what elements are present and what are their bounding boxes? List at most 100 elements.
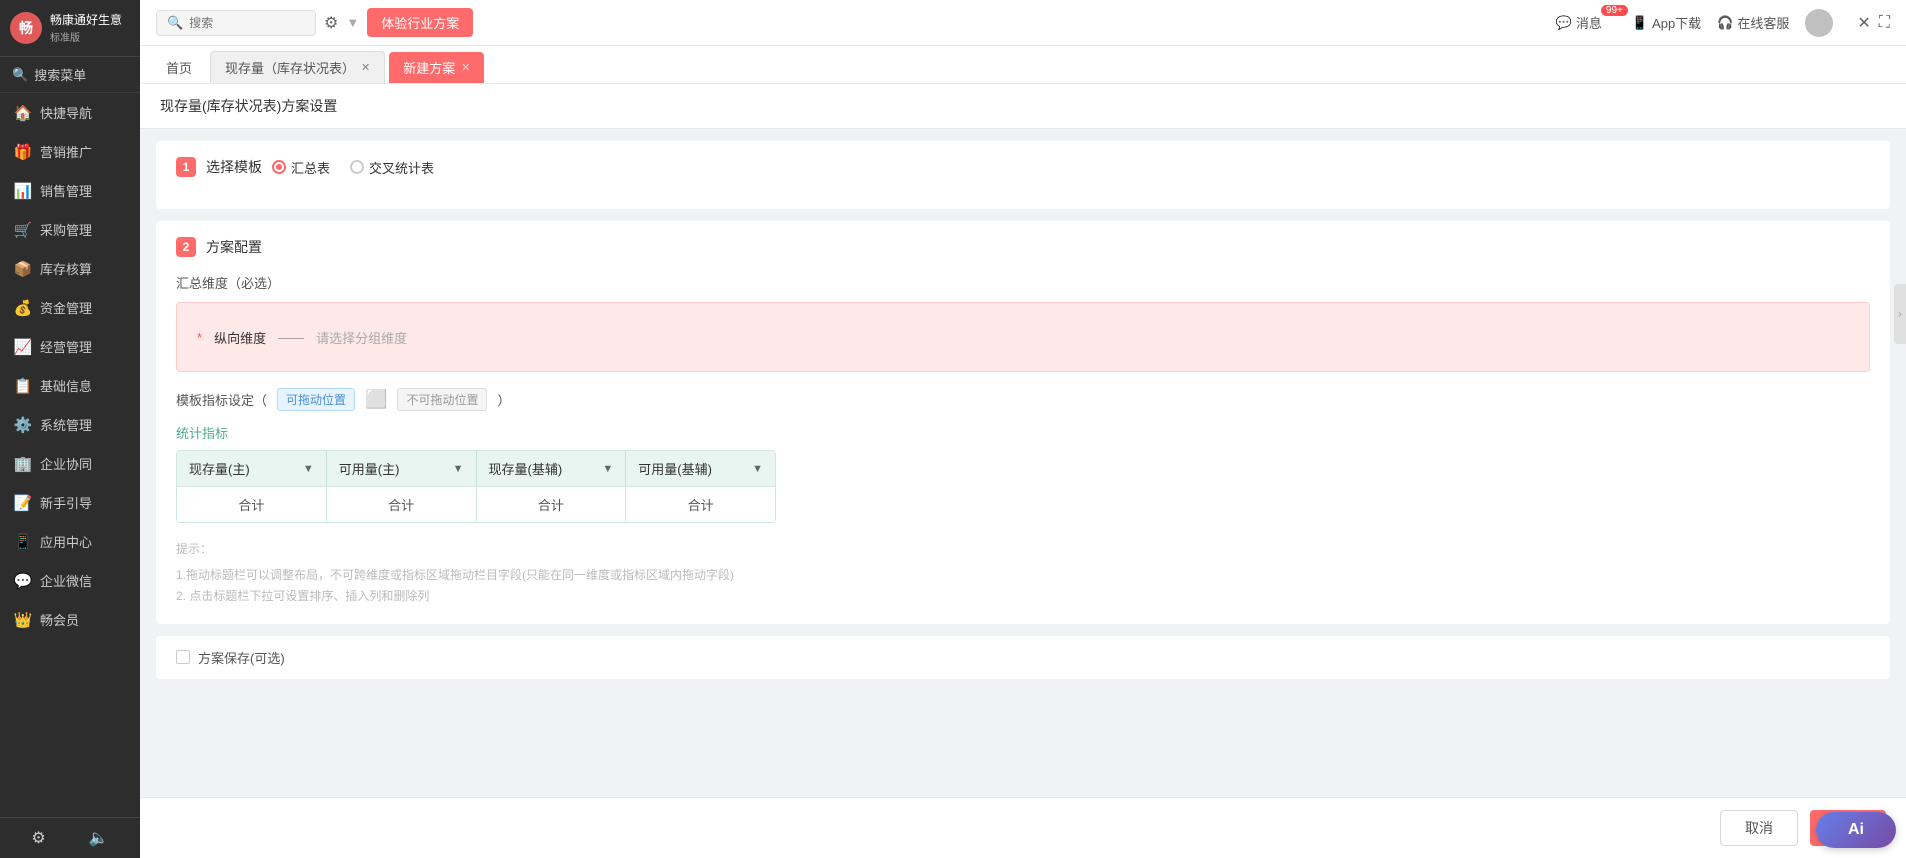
stats-col-1[interactable]: 可用量(主) ▼	[327, 451, 477, 486]
dim-required-star: *	[197, 330, 202, 345]
bottombar: 取消 查询	[140, 797, 1906, 858]
chart-icon: 📊	[14, 182, 32, 200]
tab-inventory-status[interactable]: 现存量（库存状况表） ✕	[210, 51, 385, 83]
section1-header: 1 选择模板 汇总表 交叉统计表	[176, 157, 1870, 177]
chevron-down-icon: ▼	[453, 463, 464, 475]
clipboard-icon: 📋	[14, 377, 32, 395]
page-title: 现存量(库存状况表)方案设置	[140, 84, 1906, 129]
content-area: 现存量(库存状况表)方案设置 1 选择模板 汇总表 交叉统计表	[140, 84, 1906, 797]
sidebar-bottom: ⚙ 🔈	[0, 817, 140, 858]
chat-icon: 💬	[14, 572, 32, 590]
expand-icon[interactable]: ⛶	[1879, 14, 1890, 32]
section2-num: 2	[176, 237, 196, 257]
sidebar-search[interactable]: 🔍 搜索菜单	[0, 57, 140, 93]
sidebar-item-basic-info[interactable]: 📋 基础信息	[0, 366, 140, 405]
audio-button[interactable]: 🔈	[89, 828, 109, 848]
radio-cross[interactable]: 交叉统计表	[350, 158, 434, 177]
sidebar-item-member[interactable]: 👑 畅会员	[0, 600, 140, 639]
online-service-button[interactable]: 🎧 在线客服	[1717, 13, 1789, 32]
stats-table-header: 现存量(主) ▼ 可用量(主) ▼ 现存量(基辅) ▼	[177, 451, 775, 486]
topbar-right: 💬 消息 99+ 📱 App下载 🎧 在线客服 ✕ ⛶	[1556, 9, 1890, 37]
dim-label: 汇总维度（必选）	[176, 273, 1870, 292]
sidebar-item-new-guide[interactable]: 📝 新手引导	[0, 483, 140, 522]
app-logo-icon: 畅	[10, 12, 42, 44]
app-version: 标准版	[50, 29, 122, 44]
stats-col-2[interactable]: 现存量(基辅) ▼	[477, 451, 627, 486]
chevron-down-icon: ▼	[602, 463, 613, 475]
dim-vertical-label: 纵向维度	[214, 328, 266, 347]
save-area: 方案保存(可选)	[156, 636, 1890, 679]
cancel-button[interactable]: 取消	[1720, 810, 1798, 846]
stats-cell-0-0: 合计	[177, 487, 327, 522]
radio-cross-circle	[350, 160, 364, 174]
tab-home[interactable]: 首页	[152, 52, 206, 83]
dim-inner: * 纵向维度 —— 请选择分组维度	[197, 328, 407, 347]
save-checkbox[interactable]	[176, 650, 190, 664]
app-name: 畅康通好生意	[50, 12, 122, 29]
sidebar-item-label: 畅会员	[40, 610, 79, 629]
drag-separator: ⬜	[365, 389, 387, 410]
sidebar-item-finance[interactable]: 💰 资金管理	[0, 288, 140, 327]
sidebar-item-purchase[interactable]: 🛒 采购管理	[0, 210, 140, 249]
app-download-button[interactable]: 📱 App下载	[1632, 13, 1701, 32]
save-label: 方案保存(可选)	[198, 648, 285, 667]
section1-title: 选择模板	[206, 157, 262, 177]
cart-icon: 🛒	[14, 221, 32, 239]
ai-button[interactable]: Ai	[1816, 812, 1896, 848]
sidebar-item-system[interactable]: ⚙️ 系统管理	[0, 405, 140, 444]
close-icon[interactable]: ✕	[1857, 13, 1870, 33]
stats-col-0[interactable]: 现存量(主) ▼	[177, 451, 327, 486]
phone-icon: 📱	[1632, 15, 1648, 31]
tip-2: 2. 点击标题栏下拉可设置排序、插入列和删除列	[176, 586, 1870, 608]
tab-close-new-plan[interactable]: ✕	[461, 61, 470, 74]
stats-cell-0-2: 合计	[477, 487, 627, 522]
message-button[interactable]: 💬 消息 99+	[1556, 13, 1616, 32]
sidebar-item-label: 销售管理	[40, 181, 92, 200]
sidebar-item-label: 企业微信	[40, 571, 92, 590]
stats-cell-0-3: 合计	[626, 487, 775, 522]
headphone-icon: 🎧	[1717, 15, 1733, 31]
sidebar-item-quick-nav[interactable]: 🏠 快捷导航	[0, 93, 140, 132]
settings-button[interactable]: ⚙	[31, 828, 45, 848]
topbar: 🔍 ⚙ ▼ 体验行业方案 💬 消息 99+ 📱 App下载 🎧 在线客服	[140, 0, 1906, 46]
stats-table-body: 合计 合计 合计 合计	[177, 486, 775, 522]
sidebar-item-enterprise[interactable]: 🏢 企业协同	[0, 444, 140, 483]
main-area: 🔍 ⚙ ▼ 体验行业方案 💬 消息 99+ 📱 App下载 🎧 在线客服	[140, 0, 1906, 858]
right-panel-toggle[interactable]: ›	[1894, 284, 1906, 344]
sidebar-item-label: 经营管理	[40, 337, 92, 356]
sidebar-item-operations[interactable]: 📈 经营管理	[0, 327, 140, 366]
user-avatar[interactable]	[1805, 9, 1833, 37]
sidebar-item-label: 企业协同	[40, 454, 92, 473]
search-input[interactable]	[189, 16, 289, 30]
template-radio-group: 汇总表 交叉统计表	[272, 158, 434, 177]
sidebar-item-wechat[interactable]: 💬 企业微信	[0, 561, 140, 600]
topbar-left: 🔍 ⚙ ▼ 体验行业方案	[156, 8, 1546, 37]
tab-close-inventory[interactable]: ✕	[361, 61, 370, 74]
home-icon: 🏠	[14, 104, 32, 122]
sidebar-item-label: 系统管理	[40, 415, 92, 434]
sidebar-item-label: 采购管理	[40, 220, 92, 239]
section2-title: 方案配置	[206, 237, 262, 257]
money-icon: 💰	[14, 299, 32, 317]
sidebar-item-app-center[interactable]: 📱 应用中心	[0, 522, 140, 561]
gear-icon: ⚙️	[14, 416, 32, 434]
chevron-down-icon: ▼	[752, 463, 763, 475]
trial-button[interactable]: 体验行业方案	[367, 8, 473, 37]
tip-1: 1.拖动标题栏可以调整布局，不可跨维度或指标区域拖动栏目字段(只能在同一维度或指…	[176, 565, 1870, 587]
radio-summary[interactable]: 汇总表	[272, 158, 330, 177]
sidebar-item-sales[interactable]: 📊 销售管理	[0, 171, 140, 210]
sidebar-item-label: 快捷导航	[40, 103, 92, 122]
topbar-search-box[interactable]: 🔍	[156, 10, 316, 36]
stats-col-3[interactable]: 可用量(基辅) ▼	[626, 451, 775, 486]
tab-new-plan[interactable]: 新建方案 ✕	[389, 52, 484, 83]
sidebar-item-label: 库存核算	[40, 259, 92, 278]
sidebar-item-inventory[interactable]: 📦 库存核算	[0, 249, 140, 288]
section-config: 2 方案配置 汇总维度（必选） * 纵向维度 —— 请选择分组维度 模板指标设定…	[156, 221, 1890, 624]
sidebar-item-label: 基础信息	[40, 376, 92, 395]
sidebar-item-label: 应用中心	[40, 532, 92, 551]
settings-icon[interactable]: ⚙	[324, 13, 338, 33]
stats-label: 统计指标	[176, 423, 1870, 442]
sidebar-scroll: 🏠 快捷导航 🎁 营销推广 📊 销售管理 🛒 采购管理 📦 库存核算 💰 资金管…	[0, 93, 140, 817]
dim-select-placeholder[interactable]: 请选择分组维度	[316, 328, 407, 347]
sidebar-item-marketing[interactable]: 🎁 营销推广	[0, 132, 140, 171]
